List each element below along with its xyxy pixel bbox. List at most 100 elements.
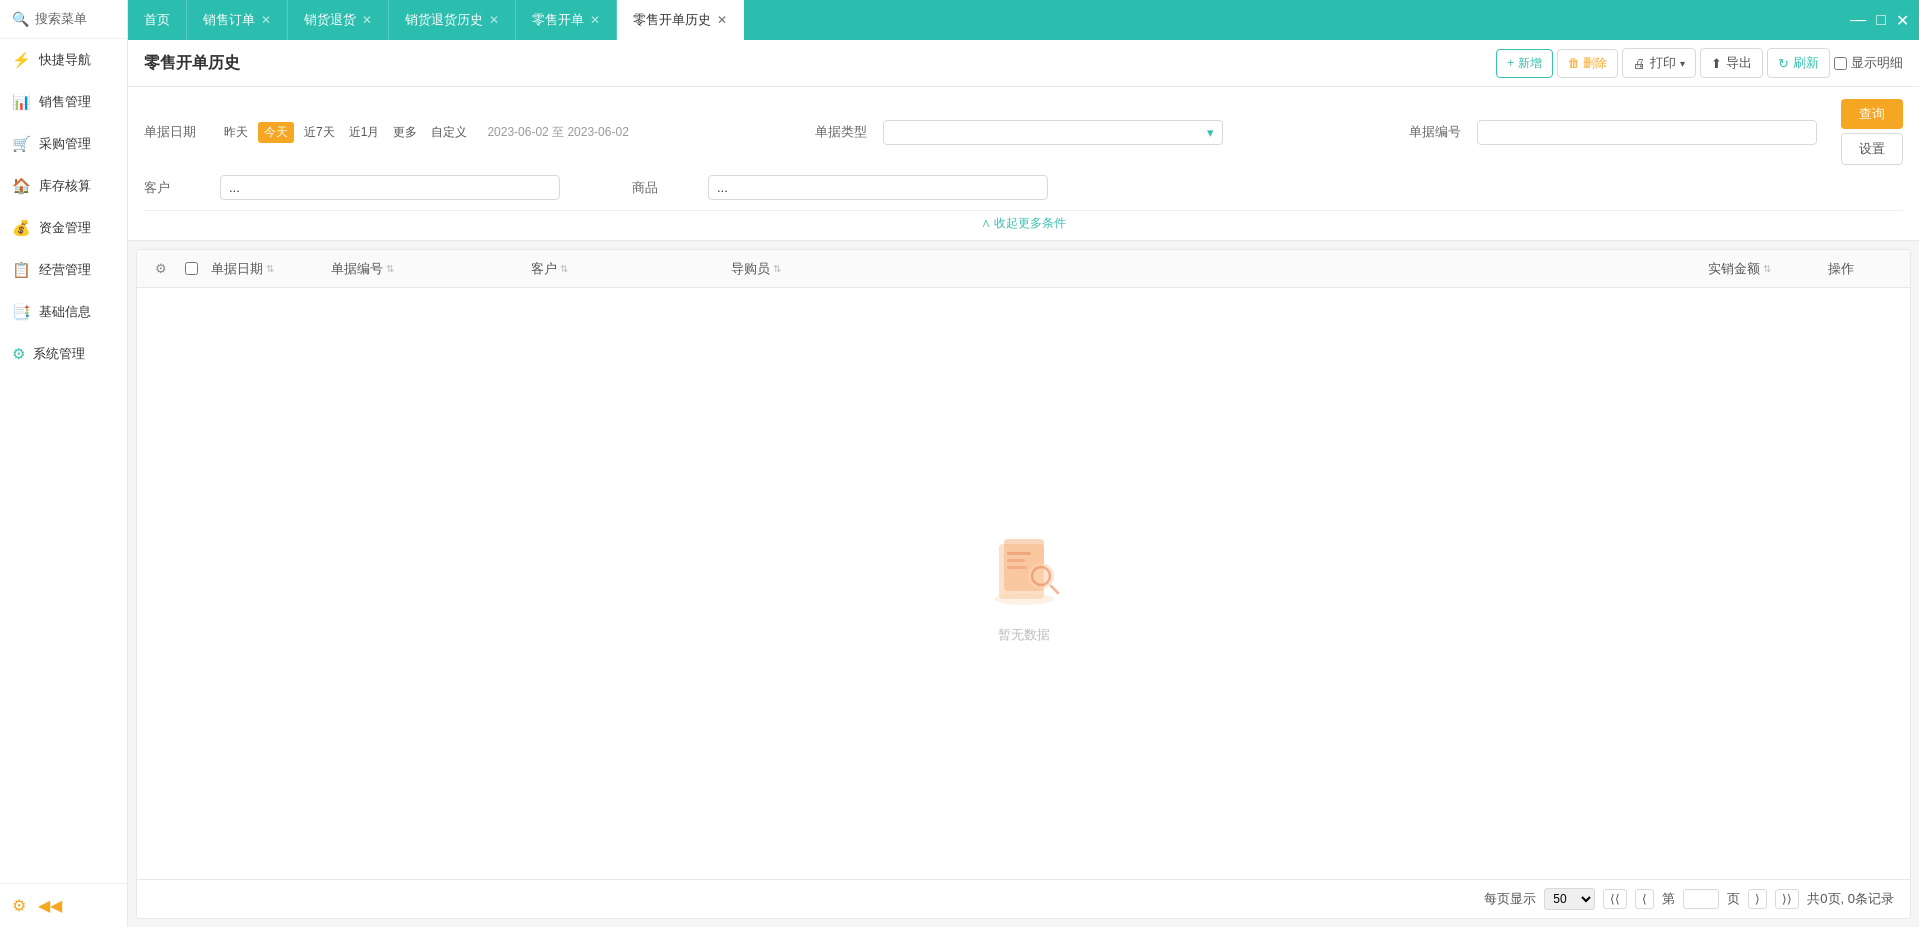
tab-sales-return[interactable]: 销货退货✕: [288, 0, 389, 40]
col-date-sort-icon: ⇅: [266, 263, 274, 274]
date-opt-昨天[interactable]: 昨天: [220, 122, 252, 143]
sidebar-item-finance[interactable]: 💰资金管理: [0, 207, 127, 249]
tab-sales-return-history-label: 销货退货历史: [405, 11, 483, 29]
tab-bar: 首页销售订单✕销货退货✕销货退货历史✕零售开单✕零售开单历史✕ — □ ✕: [128, 0, 1919, 40]
tab-sales-order-close-icon[interactable]: ✕: [261, 13, 271, 27]
sidebar-item-sales-mgmt[interactable]: 📊销售管理: [0, 81, 127, 123]
table-select-all-checkbox[interactable]: [177, 262, 205, 275]
tab-sales-order-label: 销售订单: [203, 11, 255, 29]
svg-rect-5: [1007, 566, 1027, 569]
export-button[interactable]: ⬆ 导出: [1700, 48, 1763, 78]
col-num-label: 单据编号: [331, 260, 383, 278]
refresh-icon: ↻: [1778, 56, 1789, 71]
query-button[interactable]: 查询: [1841, 99, 1903, 129]
select-all-input[interactable]: [185, 262, 198, 275]
col-guide-label: 导购员: [731, 260, 770, 278]
window-minimize-icon[interactable]: —: [1850, 11, 1866, 29]
customer-select[interactable]: ...: [220, 175, 560, 200]
last-page-button[interactable]: ⟩⟩: [1775, 889, 1799, 909]
window-close-icon[interactable]: ✕: [1896, 11, 1909, 30]
col-num-sort-icon: ⇅: [386, 263, 394, 274]
num-filter-input[interactable]: [1477, 120, 1817, 145]
first-page-button[interactable]: ⟨⟨: [1603, 889, 1627, 909]
date-filter-label: 单据日期: [144, 123, 204, 141]
add-button[interactable]: + 新增: [1496, 49, 1552, 78]
sidebar-ops-mgmt-label: 经营管理: [39, 261, 91, 279]
tab-home[interactable]: 首页: [128, 0, 187, 40]
sidebar: 🔍 搜索菜单 ⚡快捷导航📊销售管理 🛒 采购管理 🏠库存核算💰资金管理📋经营管理 📑 基础…: [0, 0, 128, 927]
empty-illustration: [979, 524, 1069, 614]
sidebar-collapse-icon[interactable]: ◀◀: [38, 896, 62, 915]
date-opt-今天[interactable]: 今天: [258, 122, 294, 143]
customer-filter-label: 客户: [144, 179, 204, 197]
sidebar-item-basic-info[interactable]: 📑 基础信息: [0, 291, 127, 333]
col-header-date[interactable]: 单据日期 ⇅: [205, 260, 325, 278]
delete-button[interactable]: 🗑 删除: [1557, 49, 1618, 78]
sidebar-finance-icon: 💰: [12, 219, 31, 237]
collapse-filter-bar[interactable]: ∧ 收起更多条件: [144, 210, 1903, 236]
col-customer-sort-icon: ⇅: [560, 263, 568, 274]
search-icon: 🔍: [12, 11, 29, 27]
display-detail-input[interactable]: [1834, 57, 1847, 70]
sidebar-item-inventory[interactable]: 🏠库存核算: [0, 165, 127, 207]
tab-sales-order[interactable]: 销售订单 ✕: [187, 0, 288, 40]
col-header-guide[interactable]: 导购员 ⇅: [725, 260, 845, 278]
date-opt-更多[interactable]: 更多: [389, 122, 421, 143]
col-header-num[interactable]: 单据编号 ⇅: [325, 260, 525, 278]
table-column-settings-icon[interactable]: ⚙: [145, 261, 177, 276]
print-arrow-icon: ▾: [1680, 58, 1685, 69]
sidebar-basic-info-icon: 📑: [12, 303, 31, 321]
display-detail-checkbox[interactable]: 显示明细: [1834, 54, 1903, 72]
sidebar-item-ops-mgmt[interactable]: 📋经营管理: [0, 249, 127, 291]
tab-retail-history-close-icon[interactable]: ✕: [717, 13, 727, 27]
col-header-amount[interactable]: 实销金额 ⇅: [1702, 260, 1822, 278]
sidebar-purchase-mgmt-icon: 🛒: [12, 135, 31, 153]
table-header: ⚙ 单据日期 ⇅ 单据编号 ⇅ 客户 ⇅ 导购员 ⇅ 实销金额: [137, 250, 1910, 288]
date-opt-近7天[interactable]: 近7天: [300, 122, 339, 143]
tab-sales-return-close-icon[interactable]: ✕: [362, 13, 372, 27]
type-select-arrow-icon: ▾: [1207, 125, 1214, 140]
sidebar-gear-icon[interactable]: ⚙: [12, 896, 26, 915]
next-page-button[interactable]: ⟩: [1748, 889, 1767, 909]
tab-retail-open[interactable]: 零售开单 ✕: [516, 0, 617, 40]
sidebar-item-purchase-mgmt[interactable]: 🛒 采购管理: [0, 123, 127, 165]
tab-bar-right: — □ ✕: [1850, 11, 1919, 30]
settings-button[interactable]: 设置: [1841, 133, 1903, 165]
type-filter-label: 单据类型: [815, 123, 867, 141]
empty-state: 暂无数据: [137, 288, 1910, 879]
date-opt-自定义[interactable]: 自定义: [427, 122, 471, 143]
sidebar-purchase-mgmt-label: 采购管理: [39, 135, 91, 153]
pagination: 每页显示 50 100 200 ⟨⟨ ⟨ 第 1 页 ⟩ ⟩⟩ 共0页, 0条记…: [137, 879, 1910, 918]
per-page-label: 每页显示: [1484, 890, 1536, 908]
type-select[interactable]: ▾: [883, 120, 1223, 145]
current-page-input[interactable]: 1: [1683, 889, 1719, 909]
print-icon: 🖨: [1633, 56, 1646, 71]
goods-select[interactable]: ...: [708, 175, 1048, 200]
sidebar-item-quick-nav[interactable]: ⚡快捷导航: [0, 39, 127, 81]
sidebar-item-sys-mgmt[interactable]: ⚙系统管理: [0, 333, 127, 375]
date-range-display: 2023-06-02 至 2023-06-02: [487, 124, 628, 141]
total-info: 共0页, 0条记录: [1807, 890, 1894, 908]
refresh-button[interactable]: ↻ 刷新: [1767, 48, 1830, 78]
search-menu-item[interactable]: 🔍 搜索菜单: [0, 0, 127, 39]
col-header-customer[interactable]: 客户 ⇅: [525, 260, 725, 278]
page-label: 第: [1662, 890, 1675, 908]
tab-retail-open-label: 零售开单: [532, 11, 584, 29]
window-maximize-icon[interactable]: □: [1876, 11, 1886, 29]
per-page-select[interactable]: 50 100 200: [1544, 888, 1595, 910]
tab-retail-history[interactable]: 零售开单历史✕: [617, 0, 744, 40]
sidebar-basic-info-label: 基础信息: [39, 303, 91, 321]
prev-page-button[interactable]: ⟨: [1635, 889, 1654, 909]
print-button[interactable]: 🖨 🖨 打印 打印 ▾: [1622, 48, 1696, 78]
sidebar-sys-mgmt-icon: ⚙: [12, 345, 25, 363]
col-guide-sort-icon: ⇅: [773, 263, 781, 274]
sidebar-sales-mgmt-icon: 📊: [12, 93, 31, 111]
tab-sales-return-history-close-icon[interactable]: ✕: [489, 13, 499, 27]
tab-retail-open-close-icon[interactable]: ✕: [590, 13, 600, 27]
col-header-ops: 操作: [1822, 260, 1902, 278]
sidebar-inventory-icon: 🏠: [12, 177, 31, 195]
filter-area: 单据日期 昨天今天近7天近1月更多自定义 2023-06-02 至 2023-0…: [128, 87, 1919, 241]
tab-sales-return-history[interactable]: 销货退货历史 ✕: [389, 0, 516, 40]
date-opt-近1月[interactable]: 近1月: [345, 122, 384, 143]
num-filter-label: 单据编号: [1409, 123, 1461, 141]
